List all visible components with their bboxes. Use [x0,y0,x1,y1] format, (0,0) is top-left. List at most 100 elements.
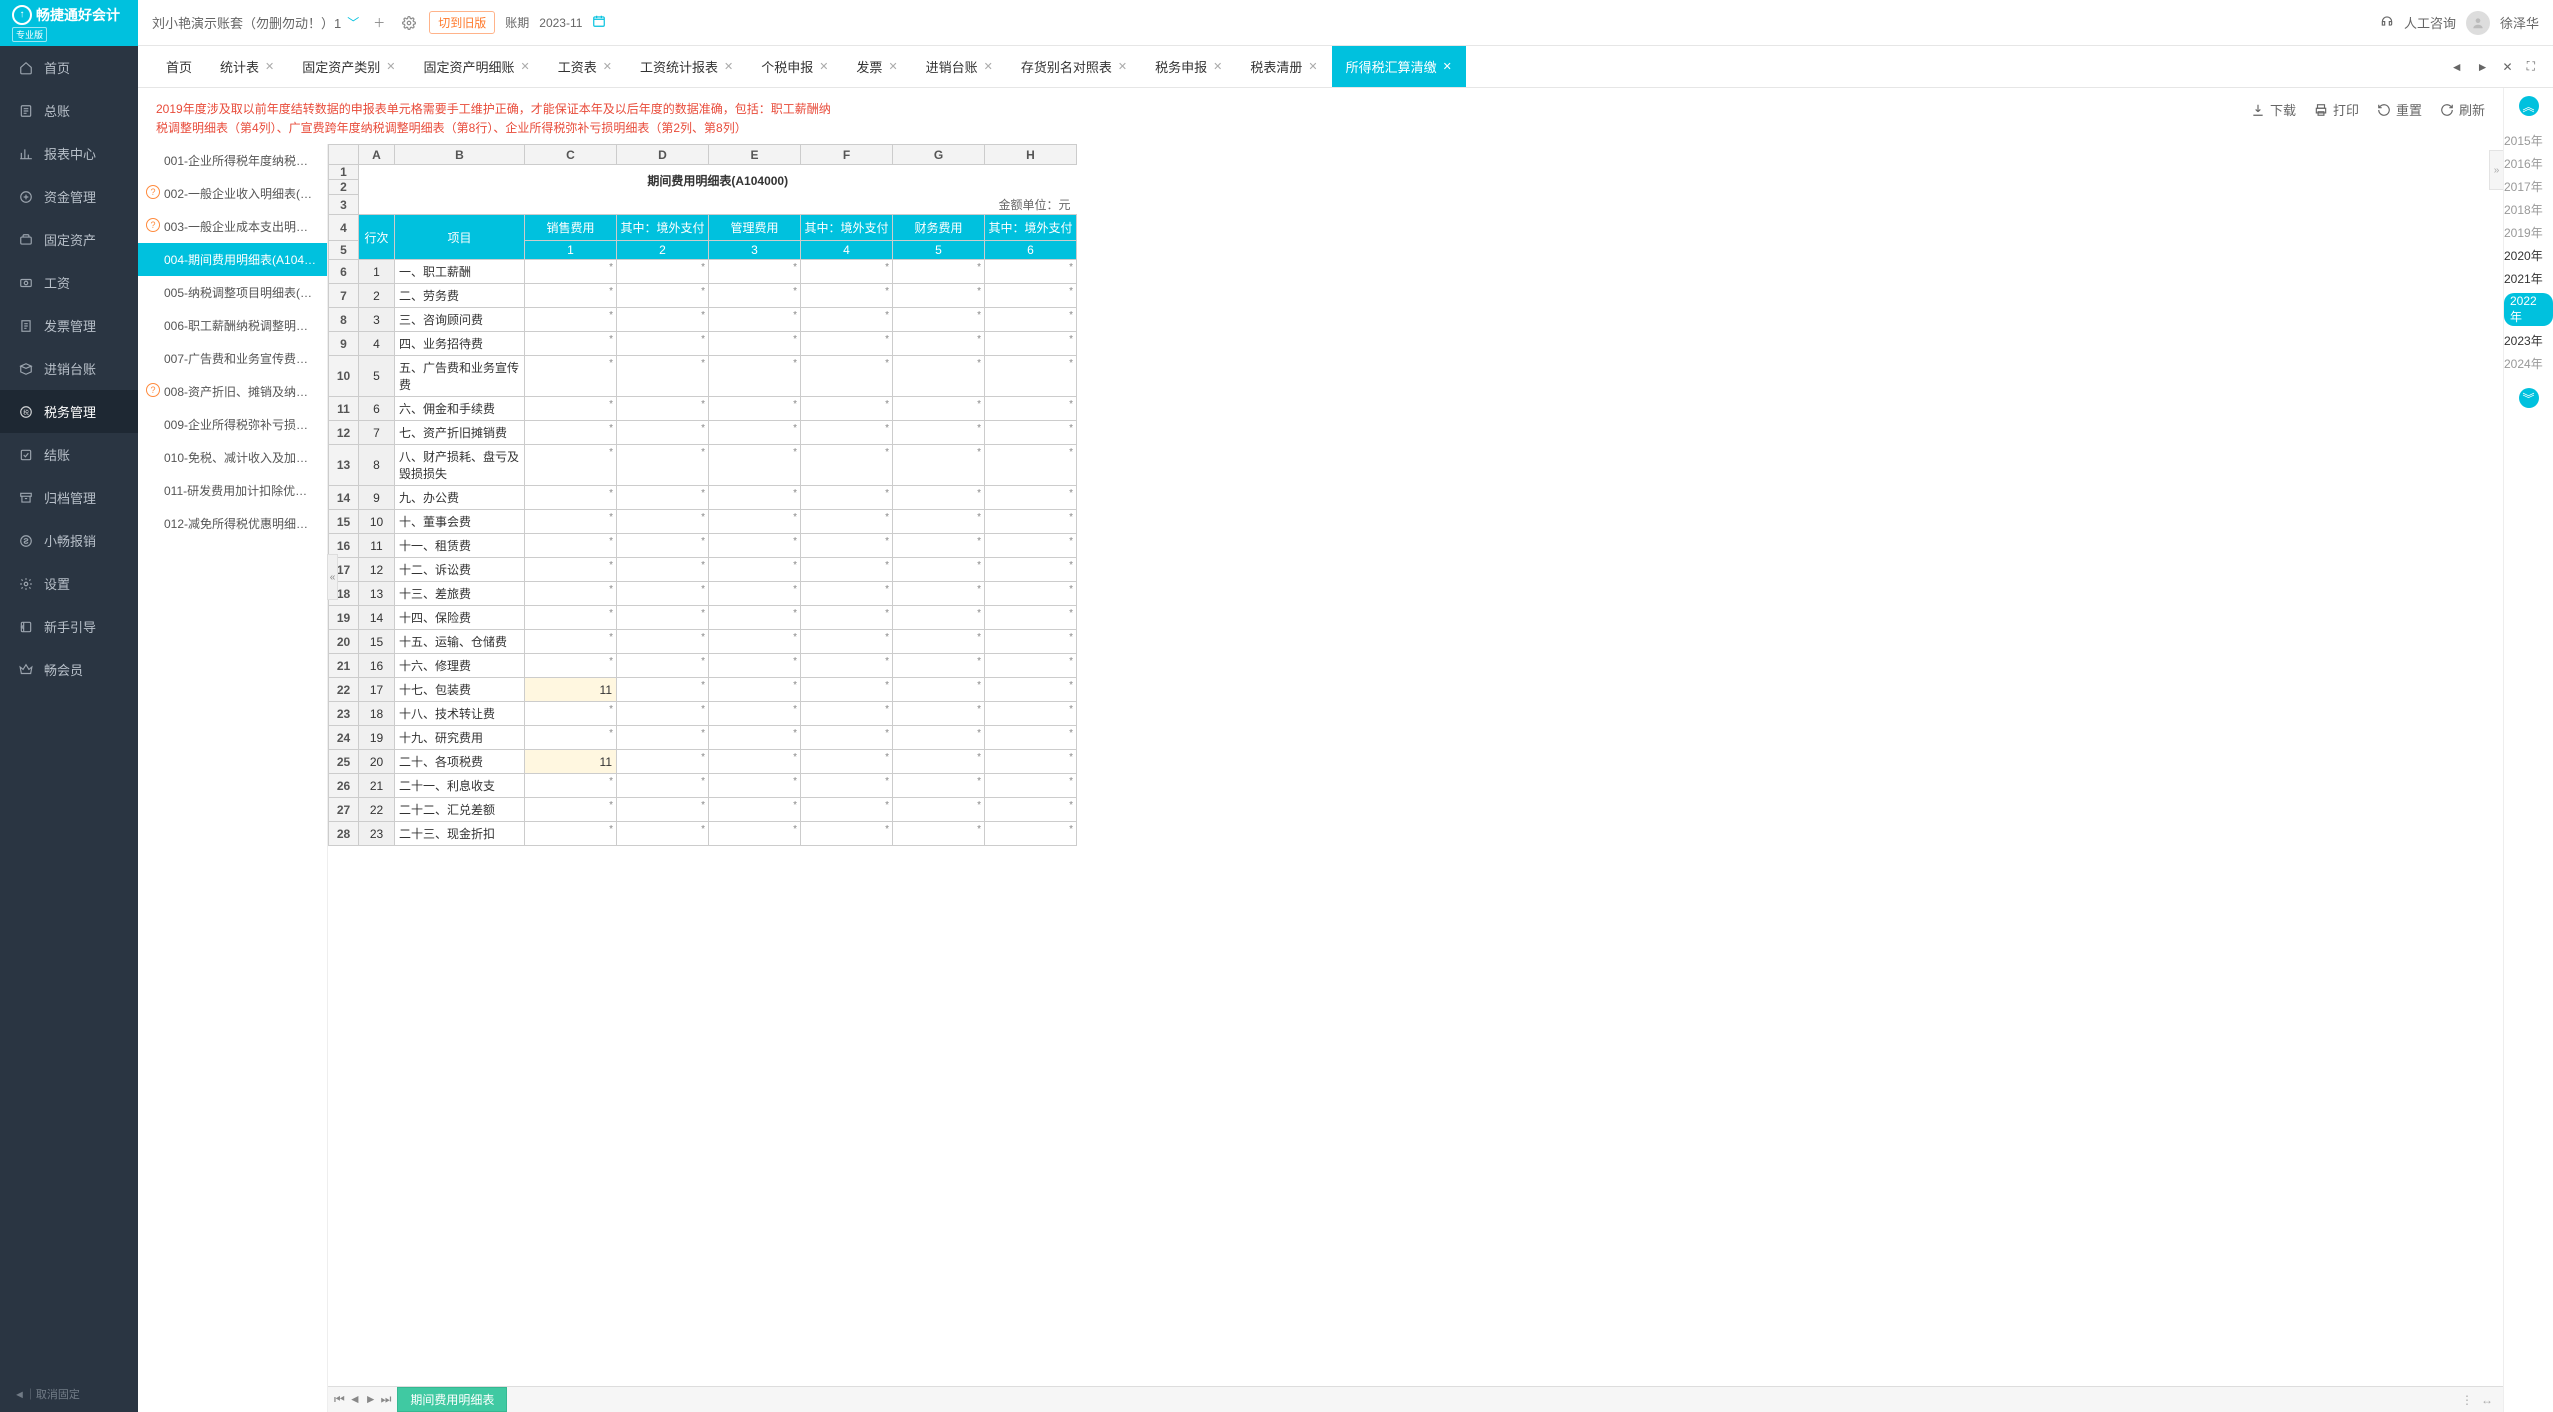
corner-cell[interactable] [329,145,359,165]
close-icon[interactable]: ✕ [521,60,530,73]
value-cell[interactable] [525,308,617,332]
row-header[interactable]: 24 [329,726,359,750]
value-cell[interactable] [985,582,1077,606]
col-header[interactable]: G [893,145,985,165]
col-header[interactable]: D [617,145,709,165]
tabs-prev-icon[interactable]: ◄ [2447,60,2467,74]
year-down-icon[interactable]: ︾ [2519,388,2539,408]
form-item-009[interactable]: 009-企业所得税弥补亏损明... [138,408,327,441]
row-header[interactable]: 13 [329,445,359,486]
value-cell[interactable] [617,630,709,654]
value-cell[interactable] [893,654,985,678]
row-header[interactable]: 14 [329,486,359,510]
tab[interactable]: 个税申报✕ [747,46,842,87]
value-cell[interactable] [801,750,893,774]
value-cell[interactable] [985,630,1077,654]
value-cell[interactable] [709,798,801,822]
col-header[interactable]: B [395,145,525,165]
value-cell[interactable] [709,445,801,486]
reset-button[interactable]: 重置 [2377,100,2422,119]
period-value[interactable]: 2023-11 [539,16,582,30]
row-header[interactable]: 28 [329,822,359,846]
close-icon[interactable]: ✕ [386,60,395,73]
year-option[interactable]: 2018年 [2504,201,2553,218]
sheet-first-icon[interactable]: ⏮ [334,1392,345,1407]
value-cell[interactable] [617,726,709,750]
form-item-003[interactable]: 003-一般企业成本支出明细... [138,210,327,243]
value-cell[interactable] [985,445,1077,486]
download-button[interactable]: 下载 [2251,100,2296,119]
nav-item-ledger[interactable]: 总账 [0,89,138,132]
value-cell[interactable] [709,332,801,356]
sheet-next-icon[interactable]: ► [365,1392,377,1407]
sheet-last-icon[interactable]: ⏭ [381,1392,392,1407]
value-cell[interactable] [709,260,801,284]
value-cell[interactable] [893,582,985,606]
value-cell[interactable] [801,678,893,702]
value-cell[interactable]: 11 [525,678,617,702]
value-cell[interactable] [617,510,709,534]
value-cell[interactable] [893,822,985,846]
tab[interactable]: 税表清册✕ [1236,46,1331,87]
value-cell[interactable] [617,774,709,798]
value-cell[interactable] [893,678,985,702]
tab[interactable]: 所得税汇算清缴✕ [1332,46,1466,87]
value-cell[interactable] [985,606,1077,630]
form-item-007[interactable]: 007-广告费和业务宣传费跨... [138,342,327,375]
value-cell[interactable] [801,558,893,582]
row-header[interactable]: 1 [329,165,359,180]
value-cell[interactable] [801,726,893,750]
value-cell[interactable] [525,486,617,510]
expand-left-icon[interactable]: « [327,554,338,600]
value-cell[interactable] [709,726,801,750]
value-cell[interactable] [893,774,985,798]
form-item-002[interactable]: 002-一般企业收入明细表(A1... [138,177,327,210]
value-cell[interactable] [617,606,709,630]
row-header[interactable]: 27 [329,798,359,822]
tab[interactable]: 固定资产明细账✕ [409,46,543,87]
sheet-prev-icon[interactable]: ◄ [349,1392,361,1407]
value-cell[interactable] [893,534,985,558]
row-header[interactable]: 9 [329,332,359,356]
year-option[interactable]: 2015年 [2504,132,2553,149]
form-item-011[interactable]: 011-研发费用加计扣除优惠... [138,474,327,507]
nav-item-asset[interactable]: 固定资产 [0,218,138,261]
value-cell[interactable] [525,654,617,678]
value-cell[interactable] [525,702,617,726]
nav-item-guide[interactable]: 新手引导 [0,605,138,648]
value-cell[interactable] [893,445,985,486]
sheet-more-icon[interactable]: ⋮ [2461,1393,2473,1407]
row-header[interactable]: 2 [329,180,359,195]
row-header[interactable]: 11 [329,397,359,421]
value-cell[interactable] [525,726,617,750]
close-icon[interactable]: ✕ [1118,60,1127,73]
form-item-006[interactable]: 006-职工薪酬纳税调整明细... [138,309,327,342]
value-cell[interactable] [893,356,985,397]
row-header[interactable]: 25 [329,750,359,774]
gear-icon[interactable] [399,13,419,33]
collapse-right-icon[interactable]: » [2489,150,2503,190]
value-cell[interactable] [709,558,801,582]
value-cell[interactable] [893,798,985,822]
value-cell[interactable] [985,702,1077,726]
value-cell[interactable] [709,510,801,534]
spreadsheet[interactable]: ABCDEFGH1期间费用明细表(A104000)23金额单位：元4行次项目销售… [328,144,1077,846]
row-header[interactable]: 5 [329,241,359,260]
sheet-tab-active[interactable]: 期间费用明细表 [397,1387,507,1412]
value-cell[interactable] [525,332,617,356]
nav-item-archive[interactable]: 归档管理 [0,476,138,519]
value-cell[interactable] [801,421,893,445]
value-cell[interactable] [525,260,617,284]
value-cell[interactable] [709,421,801,445]
tab[interactable]: 进销台账✕ [912,46,1007,87]
value-cell[interactable] [801,702,893,726]
value-cell[interactable] [893,606,985,630]
value-cell[interactable] [801,260,893,284]
form-item-012[interactable]: 012-减免所得税优惠明细表(... [138,507,327,540]
row-header[interactable]: 19 [329,606,359,630]
switch-old-button[interactable]: 切到旧版 [429,11,495,34]
value-cell[interactable] [525,284,617,308]
value-cell[interactable] [709,284,801,308]
value-cell[interactable] [985,678,1077,702]
close-icon[interactable]: ✕ [265,60,274,73]
